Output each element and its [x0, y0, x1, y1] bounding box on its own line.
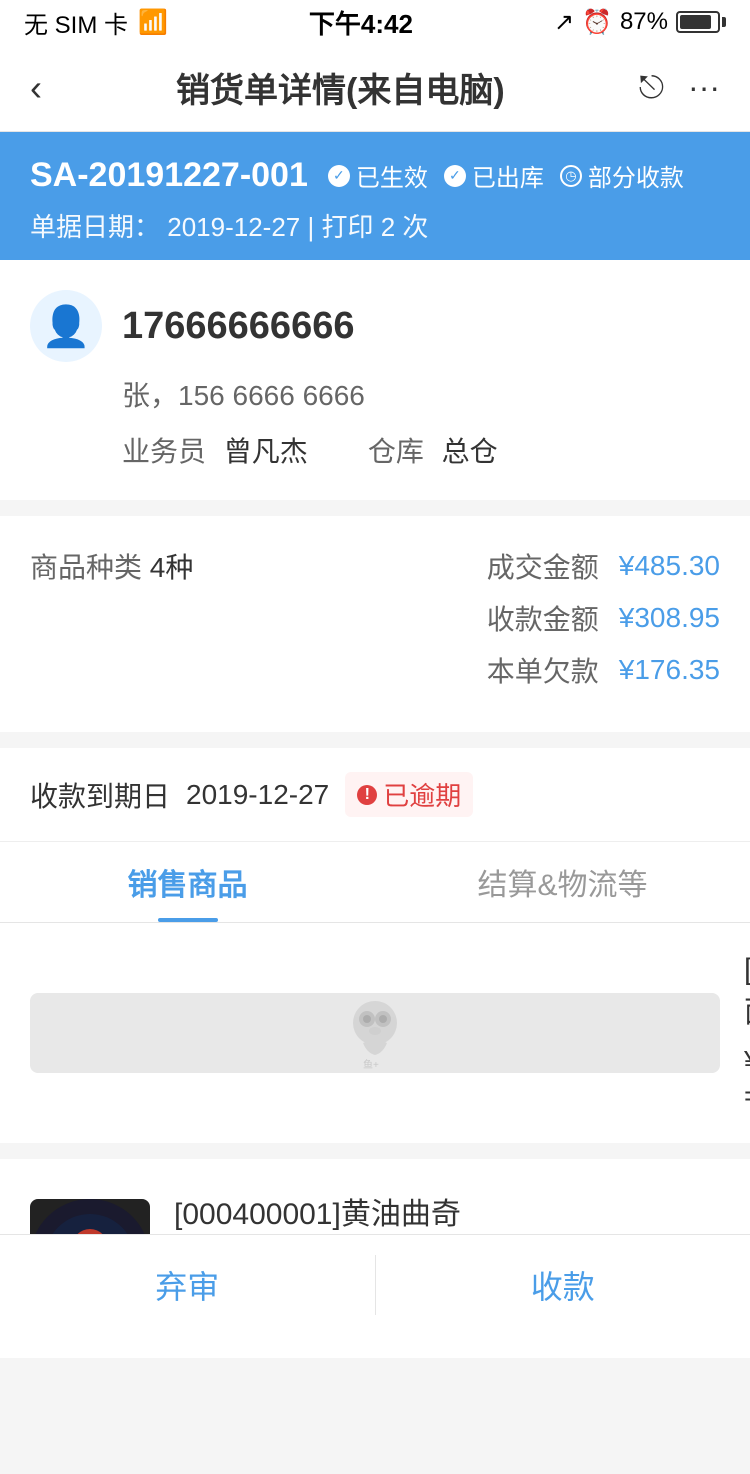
carrier-label: 无 SIM 卡 [24, 5, 128, 40]
deal-amount: ¥485.30 [619, 550, 720, 582]
order-id-row: SA-20191227-001 ✓ 已生效 ✓ 已出库 ◷ 部分收款 [30, 156, 720, 195]
meta-warehouse: 仓库 总仓 [368, 430, 498, 470]
location-icon: ↗ [554, 8, 574, 37]
cancel-button[interactable]: 弃审 [0, 1235, 375, 1334]
wifi-icon: 📶 [138, 8, 168, 37]
status-tag-active: ✓ 已生效 [328, 158, 428, 193]
overdue-badge: ! 已逾期 [345, 772, 473, 817]
nav-bar: ‹ 销货单详情(来自电脑) ⎋ ··· [0, 44, 750, 132]
battery-percent: 87% [620, 8, 668, 36]
customer-section: 👤 17666666666 张，156 6666 6666 业务员 曾凡杰 仓库… [0, 260, 750, 500]
overdue-section: 收款到期日 2019-12-27 ! 已逾期 [0, 748, 750, 842]
product-image-owl: 鱼+ [335, 993, 415, 1073]
check-icon-2: ✓ [444, 165, 466, 187]
customer-id: 17666666666 [122, 305, 354, 348]
meta-salesperson: 业务员 曾凡杰 [122, 430, 308, 470]
svg-text:鱼+: 鱼+ [363, 1058, 379, 1071]
product-price-bread: ¥40 x 5 袋 = ¥199.99 [744, 1039, 750, 1113]
summary-section: 商品种类 4种 成交金额 ¥485.30 收款金额 ¥308.95 本单欠款 ¥… [0, 516, 750, 732]
tab-settlement[interactable]: 结算&物流等 [375, 842, 750, 922]
overdue-dot-icon: ! [357, 785, 377, 805]
customer-contact: 张，156 6666 6666 [122, 374, 720, 414]
check-icon-1: ✓ [328, 165, 350, 187]
order-banner: SA-20191227-001 ✓ 已生效 ✓ 已出库 ◷ 部分收款 单据日期：… [0, 132, 750, 260]
product-name-cookie: [000400001]黄油曲奇 [174, 1189, 720, 1233]
avatar: 👤 [30, 290, 102, 362]
status-right: ↗ ⏰ 87% [554, 8, 726, 37]
status-time: 下午4:42 [309, 4, 413, 41]
status-left: 无 SIM 卡 📶 [24, 5, 168, 40]
product-thumb-bread: 鱼+ [30, 993, 720, 1073]
deal-amount-row: 成交金额 ¥485.30 [487, 546, 720, 586]
bottom-bar: 弃审 收款 [0, 1234, 750, 1334]
product-name-bread: [0000002]面包 [744, 953, 750, 1031]
share-icon[interactable]: ⎋ [639, 69, 664, 107]
category-row: 商品种类 4种 [30, 546, 193, 586]
alarm-icon: ⏰ [582, 8, 612, 37]
overdue-row: 收款到期日 2019-12-27 ! 已逾期 [30, 772, 720, 817]
clock-icon: ◷ [560, 165, 582, 187]
tab-sales-products[interactable]: 销售商品 [0, 842, 375, 922]
user-icon: 👤 [41, 303, 91, 350]
more-icon[interactable]: ··· [688, 69, 720, 106]
product-item-bread: 鱼+ [0000002]面包 ¥40 x 5 袋 = ¥199.99 [0, 923, 750, 1143]
status-bar: 无 SIM 卡 📶 下午4:42 ↗ ⏰ 87% [0, 0, 750, 44]
customer-meta: 业务员 曾凡杰 仓库 总仓 [122, 430, 720, 470]
nav-actions: ⎋ ··· [639, 69, 720, 107]
product-list: 鱼+ [0000002]面包 ¥40 x 5 袋 = ¥199.99 [0, 923, 750, 1474]
battery-icon [676, 11, 726, 33]
received-amount: ¥308.95 [619, 602, 720, 634]
back-button[interactable]: ‹ [30, 67, 42, 109]
overdue-date: 2019-12-27 [186, 779, 329, 811]
bottom-spacer [0, 1374, 750, 1474]
owing-amount: ¥176.35 [619, 654, 720, 686]
status-tag-shipped: ✓ 已出库 [444, 158, 544, 193]
order-date-row: 单据日期： 2019-12-27 | 打印 2 次 [30, 207, 720, 244]
received-amount-row: 收款金额 ¥308.95 [487, 598, 720, 638]
customer-row: 👤 17666666666 [30, 290, 720, 362]
product-info-bread: [0000002]面包 ¥40 x 5 袋 = ¥199.99 [744, 953, 750, 1113]
page-title: 销货单详情(来自电脑) [176, 63, 505, 112]
order-id: SA-20191227-001 [30, 156, 308, 195]
tabs-section: 销售商品 结算&物流等 [0, 842, 750, 923]
summary-left: 商品种类 4种 [30, 546, 193, 594]
confirm-button[interactable]: 收款 [376, 1235, 750, 1334]
status-tag-partial: ◷ 部分收款 [560, 158, 684, 193]
order-status-tags: ✓ 已生效 ✓ 已出库 ◷ 部分收款 [328, 158, 684, 193]
summary-right: 成交金额 ¥485.30 收款金额 ¥308.95 本单欠款 ¥176.35 [487, 546, 720, 702]
owing-amount-row: 本单欠款 ¥176.35 [487, 650, 720, 690]
